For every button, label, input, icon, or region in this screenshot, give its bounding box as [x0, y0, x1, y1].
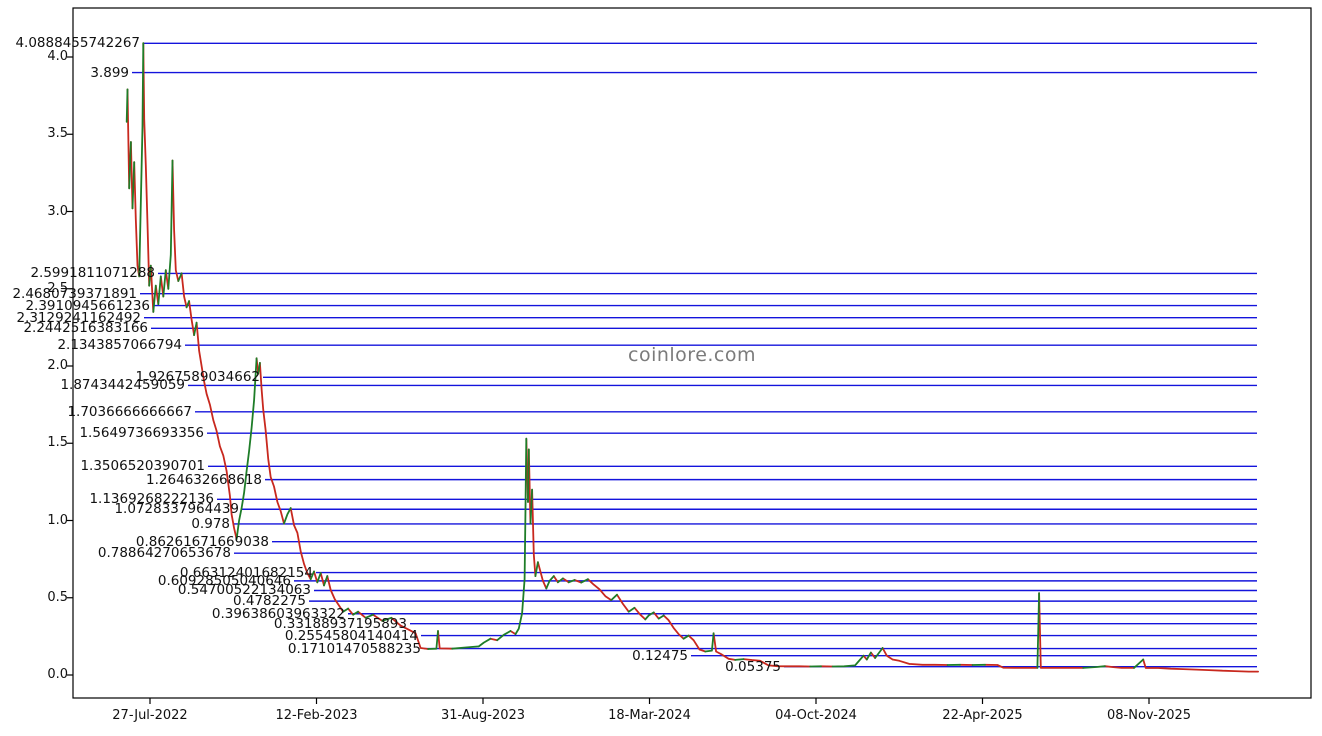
- x-tick-label: 12-Feb-2023: [275, 708, 358, 723]
- y-tick-label: 4.0: [47, 49, 68, 64]
- x-tick-label: 08-Nov-2025: [1106, 708, 1192, 723]
- y-tick-label: 0.0: [47, 667, 68, 682]
- y-tick-label: 2.0: [47, 358, 68, 373]
- watermark: coinlore.com: [628, 344, 756, 366]
- y-tick-label: 1.5: [47, 435, 68, 451]
- x-tick-label: 18-Mar-2024: [608, 708, 691, 723]
- candlestick-chart: [67, 7, 1312, 704]
- x-tick-label: 31-Aug-2023: [440, 708, 526, 723]
- y-tick-label: 0.5: [47, 589, 68, 605]
- y-tick-label: 1.0: [47, 512, 68, 528]
- y-tick-label: 3.0: [47, 203, 68, 219]
- price-chart-canvas: 0.0 0.5 1.0 1.5 2.0 2.5 3.0 3.5 4.0 27-Jul-2022 12…: [0, 0, 1322, 736]
- x-tick-label: 22-Apr-2025: [942, 708, 1023, 723]
- x-tick-label: 27-Jul-2022: [112, 708, 188, 723]
- y-tick-label: 3.5: [47, 126, 68, 142]
- y-tick-label: 2.5: [47, 280, 68, 296]
- x-tick-label: 04-Oct-2024: [775, 708, 857, 723]
